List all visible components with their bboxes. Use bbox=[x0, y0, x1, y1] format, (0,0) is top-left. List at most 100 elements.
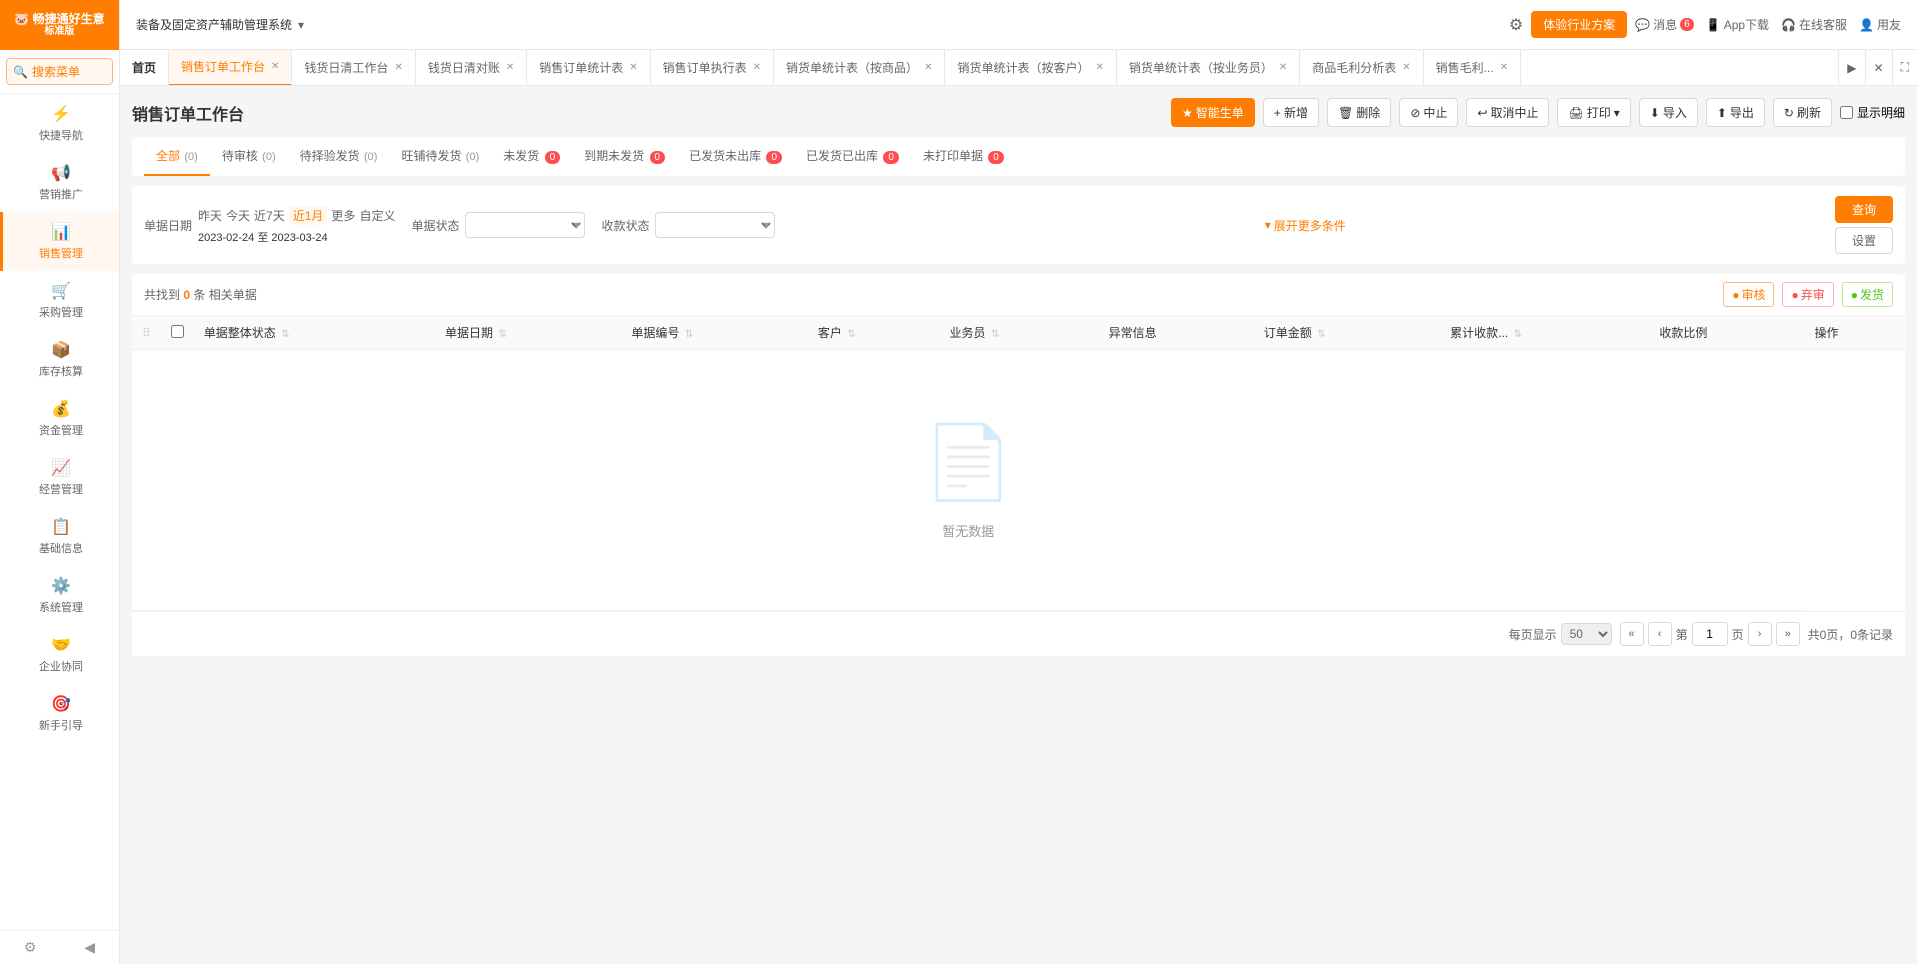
delete-button[interactable]: 🗑 删除 bbox=[1327, 98, 1391, 127]
import-button[interactable]: ⬇ 导入 bbox=[1639, 98, 1698, 127]
filter-tab-all[interactable]: 全部 (0) bbox=[144, 137, 210, 176]
date-yesterday[interactable]: 昨天 bbox=[198, 207, 222, 224]
deliver-button[interactable]: ● 发货 bbox=[1842, 282, 1893, 307]
cancel-audit-icon: ● bbox=[1791, 288, 1798, 302]
tab-home[interactable]: 首页 bbox=[120, 50, 169, 86]
filter-tab-unshipped[interactable]: 未发货 0 bbox=[491, 137, 572, 176]
tab-sales-workbench[interactable]: 销售订单工作台 ✕ bbox=[169, 50, 292, 86]
filter-tab-overdue[interactable]: 到期未发货 0 bbox=[572, 137, 677, 176]
system-dropdown[interactable]: ▾ bbox=[298, 18, 304, 32]
print-button[interactable]: 🖨 打印 ▾ bbox=[1557, 98, 1630, 127]
page-number-input[interactable] bbox=[1692, 622, 1728, 646]
sort-date-icon[interactable]: ⇅ bbox=[498, 329, 506, 340]
online-service-action[interactable]: 🎧 在线客服 bbox=[1781, 16, 1847, 33]
solution-button[interactable]: 体验行业方案 bbox=[1531, 11, 1627, 38]
tab-scroll-right[interactable]: ▶ bbox=[1838, 50, 1864, 86]
table-toolbar: 共找到 0 条 相关单据 ● 审核 ● 弃审 ● bbox=[132, 274, 1905, 316]
tab-cash-daily[interactable]: 钱货日清工作台 ✕ bbox=[292, 50, 415, 86]
expand-conditions-button[interactable]: ▾ 展开更多条件 bbox=[1265, 217, 1346, 234]
tab-close-sales-margin[interactable]: ✕ bbox=[1500, 62, 1508, 73]
sidebar-item-operations[interactable]: 📈 经营管理 bbox=[0, 448, 119, 507]
topbar-settings-icon[interactable]: ⚙ bbox=[1509, 15, 1523, 35]
list-icon: 📋 bbox=[51, 517, 71, 537]
tab-close-by-product[interactable]: ✕ bbox=[924, 62, 932, 73]
query-button[interactable]: 查询 bbox=[1835, 196, 1893, 223]
date-1month[interactable]: 近1月 bbox=[289, 206, 328, 225]
select-all-checkbox[interactable] bbox=[171, 325, 184, 338]
cancel-stop-button[interactable]: ↩ 取消中止 bbox=[1466, 98, 1549, 127]
tab-maximize[interactable]: ⛶ bbox=[1892, 50, 1917, 86]
sidebar-item-finance[interactable]: 💰 资金管理 bbox=[0, 389, 119, 448]
tab-sales-by-staff[interactable]: 销货单统计表（按业务员） ✕ bbox=[1117, 50, 1300, 86]
collapse-icon[interactable]: ◀ bbox=[84, 939, 95, 956]
status-select[interactable] bbox=[465, 212, 585, 238]
sort-amount-icon[interactable]: ⇅ bbox=[1317, 329, 1325, 340]
user-action[interactable]: 👤 用友 bbox=[1859, 16, 1901, 33]
date-today[interactable]: 今天 bbox=[226, 207, 250, 224]
tab-close-by-staff[interactable]: ✕ bbox=[1279, 62, 1287, 73]
tab-close-sales-exec[interactable]: ✕ bbox=[753, 62, 761, 73]
search-row: 单据日期 昨天 今天 近7天 近1月 更多 自定义 2023-02-24 至 2… bbox=[144, 196, 1893, 254]
ai-generate-button[interactable]: ★ 智能生单 bbox=[1171, 98, 1255, 127]
search-menu-button[interactable]: 🔍 搜索菜单 bbox=[6, 58, 113, 85]
export-button[interactable]: ⬆ 导出 bbox=[1706, 98, 1765, 127]
filter-tab-shipped-not-out[interactable]: 已发货未出库 0 bbox=[677, 137, 794, 176]
tab-sales-margin[interactable]: 销售毛利... ✕ bbox=[1424, 50, 1521, 86]
set-button[interactable]: 设置 bbox=[1835, 227, 1893, 254]
tab-close-reconciliation[interactable]: ✕ bbox=[506, 62, 514, 73]
message-action[interactable]: 💬 消息 6 bbox=[1635, 16, 1694, 33]
tab-sales-by-customer[interactable]: 销货单统计表（按客户） ✕ bbox=[945, 50, 1116, 86]
stop-button[interactable]: ⊘ 中止 bbox=[1399, 98, 1458, 127]
sidebar-item-base-info[interactable]: 📋 基础信息 bbox=[0, 507, 119, 566]
filter-tab-shipped-out[interactable]: 已发货已出库 0 bbox=[794, 137, 911, 176]
tab-sales-stats[interactable]: 销售订单统计表 ✕ bbox=[527, 50, 650, 86]
app-download-action[interactable]: 📱 App下载 bbox=[1706, 16, 1769, 33]
tab-close-sales-workbench[interactable]: ✕ bbox=[271, 61, 279, 72]
sort-customer-icon[interactable]: ⇅ bbox=[847, 329, 855, 340]
sidebar-item-system[interactable]: ⚙️ 系统管理 bbox=[0, 566, 119, 625]
per-page-select[interactable]: 50 100 200 bbox=[1561, 623, 1612, 645]
cancel-audit-button[interactable]: ● 弃审 bbox=[1782, 282, 1833, 307]
add-button[interactable]: + 新增 bbox=[1263, 98, 1319, 127]
sidebar-item-guide[interactable]: 🎯 新手引导 bbox=[0, 684, 119, 743]
tab-close-by-customer[interactable]: ✕ bbox=[1095, 62, 1103, 73]
first-page-button[interactable]: « bbox=[1620, 622, 1644, 646]
tab-reconciliation[interactable]: 钱货日清对账 ✕ bbox=[416, 50, 527, 86]
sidebar-item-purchase[interactable]: 🛒 采购管理 bbox=[0, 271, 119, 330]
show-detail-input[interactable] bbox=[1840, 106, 1853, 119]
sidebar-item-marketing[interactable]: 📢 营销推广 bbox=[0, 153, 119, 212]
sidebar-item-inventory[interactable]: 📦 库存核算 bbox=[0, 330, 119, 389]
tab-close-sales-stats[interactable]: ✕ bbox=[629, 62, 637, 73]
sort-accumulated-icon[interactable]: ⇅ bbox=[1514, 329, 1522, 340]
date-7days[interactable]: 近7天 bbox=[254, 207, 285, 224]
tab-close-gross-profit[interactable]: ✕ bbox=[1402, 62, 1410, 73]
sidebar-item-quick-nav[interactable]: ⚡ 快捷导航 bbox=[0, 94, 119, 153]
next-page-button[interactable]: › bbox=[1748, 622, 1772, 646]
sort-number-icon[interactable]: ⇅ bbox=[685, 329, 693, 340]
tab-sales-exec[interactable]: 销售订单执行表 ✕ bbox=[651, 50, 774, 86]
prev-page-button[interactable]: ‹ bbox=[1648, 622, 1672, 646]
filter-tab-unprinted[interactable]: 未打印单据 0 bbox=[911, 137, 1016, 176]
tab-gross-profit[interactable]: 商品毛利分析表 ✕ bbox=[1300, 50, 1423, 86]
sidebar-item-cooperation[interactable]: 🤝 企业协同 bbox=[0, 625, 119, 684]
filter-tab-pending-inspect[interactable]: 待择验发货 (0) bbox=[288, 137, 390, 176]
payment-select[interactable] bbox=[655, 212, 775, 238]
user-icon: 👤 bbox=[1859, 18, 1874, 32]
date-more[interactable]: 更多 bbox=[331, 207, 355, 224]
tab-close-cash-daily[interactable]: ✕ bbox=[394, 62, 402, 73]
date-custom[interactable]: 自定义 bbox=[359, 207, 395, 224]
filter-tab-pending[interactable]: 待审核 (0) bbox=[210, 137, 288, 176]
audit-button[interactable]: ● 审核 bbox=[1723, 282, 1774, 307]
sort-staff-icon[interactable]: ⇅ bbox=[991, 329, 999, 340]
sidebar-item-sales[interactable]: 📊 销售管理 bbox=[0, 212, 119, 271]
show-detail-checkbox[interactable]: 显示明细 bbox=[1840, 104, 1905, 121]
filter-tab-wangpu[interactable]: 旺铺待发货 (0) bbox=[389, 137, 491, 176]
last-page-button[interactable]: » bbox=[1776, 622, 1800, 646]
tab-close-all[interactable]: ✕ bbox=[1865, 50, 1892, 86]
tab-sales-by-product[interactable]: 销货单统计表（按商品） ✕ bbox=[774, 50, 945, 86]
print-dropdown-icon[interactable]: ▾ bbox=[1614, 106, 1620, 120]
settings-icon[interactable]: ⚙ bbox=[24, 939, 37, 956]
refresh-button[interactable]: ↻ 刷新 bbox=[1773, 98, 1832, 127]
pagination: 每页显示 50 100 200 « ‹ 第 页 › » 共0页，0条记录 bbox=[132, 611, 1905, 656]
sort-status-icon[interactable]: ⇅ bbox=[281, 329, 289, 340]
